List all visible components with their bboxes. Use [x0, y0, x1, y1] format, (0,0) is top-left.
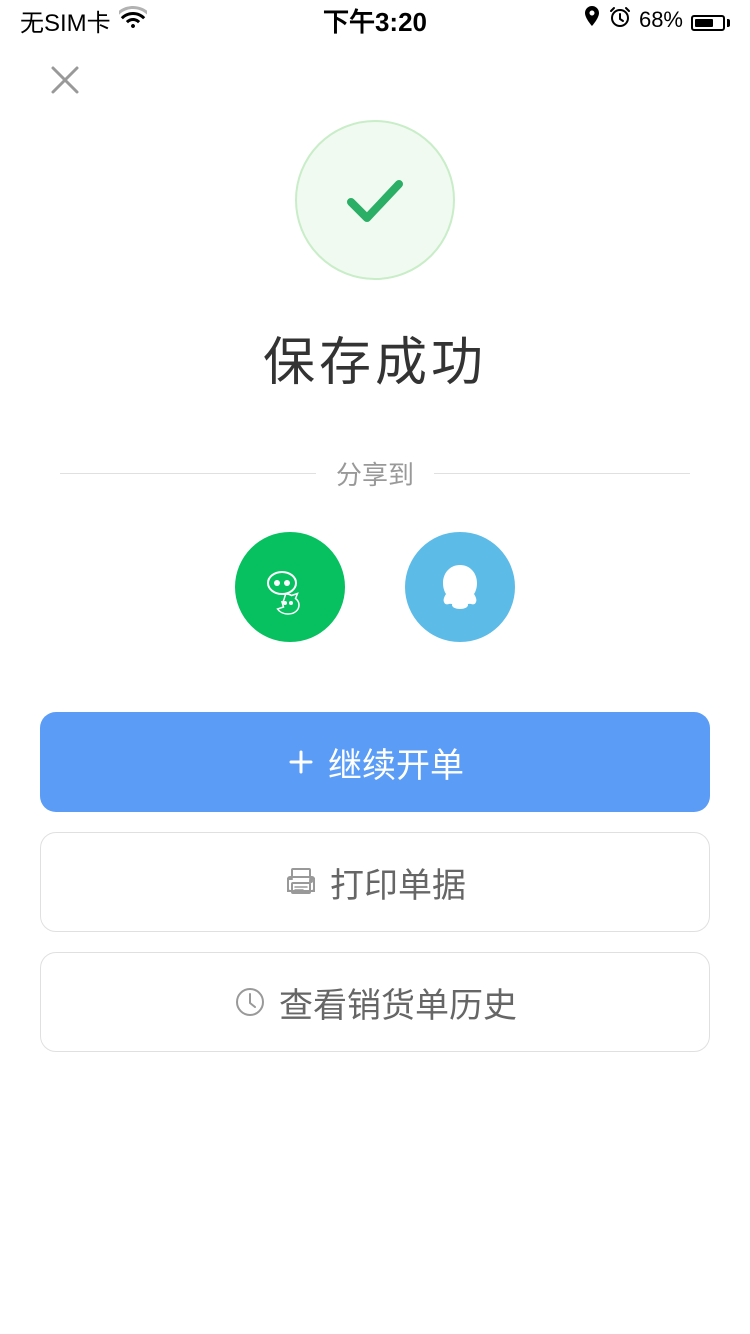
continue-label: 继续开单: [328, 738, 464, 787]
plus-icon: [286, 747, 316, 777]
close-button[interactable]: [40, 55, 90, 105]
continue-button[interactable]: 继续开单: [40, 712, 710, 812]
printer-icon: [284, 865, 318, 899]
print-label: 打印单据: [330, 858, 466, 907]
divider-line-right: [434, 473, 690, 474]
divider-line-left: [60, 473, 316, 474]
status-bar: 无SIM卡 下午3:20 68%: [0, 0, 750, 40]
success-title: 保存成功: [263, 320, 487, 395]
wechat-share-button[interactable]: [235, 532, 345, 642]
share-icons: [235, 532, 515, 642]
qq-share-button[interactable]: [405, 532, 515, 642]
success-circle: [295, 120, 455, 280]
action-buttons: 继续开单 打印单据: [0, 712, 750, 1052]
status-time: 下午3:20: [323, 2, 427, 39]
location-icon: [583, 6, 601, 34]
check-icon: [335, 160, 415, 240]
wifi-icon: [119, 6, 147, 35]
share-section: 分享到: [0, 455, 750, 642]
carrier-text: 无SIM卡: [20, 3, 111, 38]
share-divider: 分享到: [0, 455, 750, 492]
status-left: 无SIM卡: [20, 3, 147, 38]
print-button[interactable]: 打印单据: [40, 832, 710, 932]
status-right: 68%: [583, 6, 730, 34]
share-label: 分享到: [336, 455, 414, 492]
clock-icon: [233, 985, 267, 1019]
history-label: 查看销货单历史: [279, 978, 517, 1027]
alarm-icon: [609, 6, 631, 34]
battery-percentage: 68%: [639, 7, 683, 33]
history-button[interactable]: 查看销货单历史: [40, 952, 710, 1052]
main-content: 保存成功 分享到: [0, 40, 750, 1052]
battery-icon: [691, 7, 730, 33]
